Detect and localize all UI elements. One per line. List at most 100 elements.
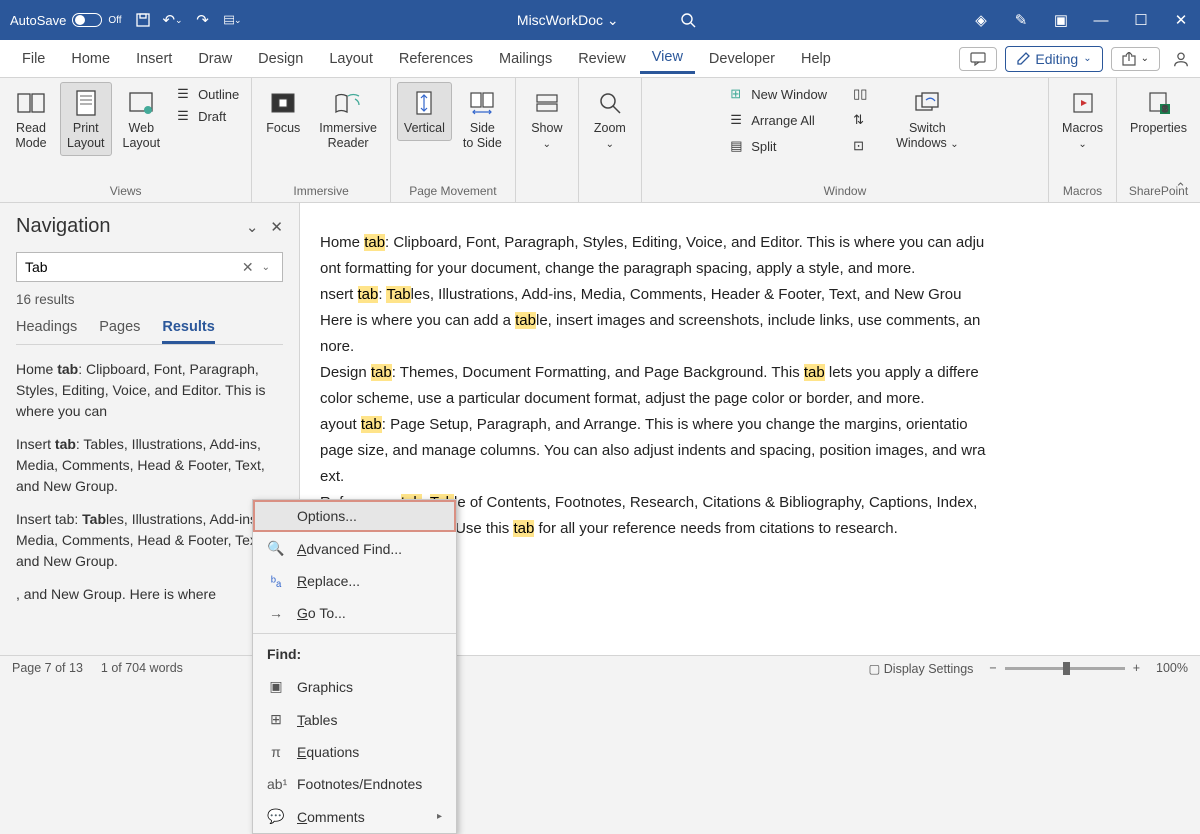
- draft-button[interactable]: ☰Draft: [173, 106, 243, 126]
- menu-view[interactable]: View: [640, 43, 695, 74]
- ribbon-group-zoom: Zoom⌄: [579, 78, 642, 202]
- ctx-graphics[interactable]: ▣Graphics: [253, 670, 456, 703]
- zoom-out-icon[interactable]: −: [989, 661, 996, 675]
- diamond-icon[interactable]: ◈: [972, 11, 990, 29]
- outline-button[interactable]: ☰Outline: [173, 84, 243, 104]
- comment-icon: 💬: [267, 808, 285, 825]
- menu-developer[interactable]: Developer: [697, 45, 787, 73]
- menu-home[interactable]: Home: [59, 45, 122, 73]
- zoom-slider[interactable]: [1005, 667, 1125, 670]
- result-item[interactable]: Home tab: Clipboard, Font, Paragraph, St…: [16, 359, 283, 422]
- toggle-off-icon[interactable]: [72, 13, 102, 27]
- ctx-comments[interactable]: 💬Comments▸: [253, 800, 456, 833]
- autosave-toggle[interactable]: AutoSave Off: [10, 13, 122, 28]
- search-input[interactable]: [25, 259, 238, 275]
- ribbon-group-show: Show⌄: [516, 78, 579, 202]
- arrange-all-button[interactable]: ☰Arrange All: [726, 110, 831, 130]
- new-window-button[interactable]: ⊞New Window: [726, 84, 831, 104]
- search-dropdown-icon[interactable]: ⌄: [258, 262, 274, 273]
- maximize-icon[interactable]: ☐: [1132, 11, 1150, 29]
- reset-window-button[interactable]: ⊡: [849, 136, 873, 156]
- side-to-side-button[interactable]: Side to Side: [456, 82, 509, 156]
- macros-button[interactable]: Macros⌄: [1055, 82, 1110, 156]
- close-icon[interactable]: ✕: [1172, 11, 1190, 29]
- result-item[interactable]: Insert tab: Tables, Illustrations, Add-i…: [16, 509, 283, 572]
- tab-results[interactable]: Results: [162, 319, 214, 344]
- document-line: ayout tab: Page Setup, Paragraph, and Ar…: [320, 413, 1200, 437]
- reader-icon: [332, 87, 364, 119]
- save-icon[interactable]: [134, 11, 152, 29]
- web-layout-button[interactable]: Web Layout: [116, 82, 168, 156]
- menu-design[interactable]: Design: [246, 45, 315, 73]
- status-words[interactable]: 1 of 704 words: [101, 661, 183, 675]
- menu-help[interactable]: Help: [789, 45, 843, 73]
- share-button[interactable]: ⌄: [1111, 47, 1160, 71]
- ctx-advanced-find[interactable]: 🔍Advanced Find...: [253, 532, 456, 565]
- result-count: 16 results: [16, 292, 283, 307]
- ctx-tables[interactable]: ⊞Tables: [253, 703, 456, 736]
- chevron-down-icon[interactable]: ⌄: [246, 218, 259, 236]
- collapse-ribbon-icon[interactable]: ⌃: [1175, 180, 1186, 196]
- print-layout-button[interactable]: Print Layout: [60, 82, 112, 156]
- zoom-level[interactable]: 100%: [1156, 661, 1188, 675]
- vertical-button[interactable]: Vertical: [397, 82, 452, 141]
- comments-button[interactable]: [959, 47, 997, 71]
- document-name[interactable]: MiscWorkDoc ⌄: [517, 12, 619, 29]
- focus-button[interactable]: Focus: [258, 82, 308, 141]
- tab-pages[interactable]: Pages: [99, 319, 140, 344]
- result-item[interactable]: , and New Group. Here is where: [16, 584, 283, 605]
- ribbon-group-sharepoint: SProperties SharePoint ⌃: [1117, 78, 1200, 202]
- read-mode-button[interactable]: Read Mode: [6, 82, 56, 156]
- document-line: Home tab: Clipboard, Font, Paragraph, St…: [320, 231, 1200, 255]
- menu-layout[interactable]: Layout: [317, 45, 385, 73]
- zoom-in-icon[interactable]: +: [1133, 661, 1140, 675]
- editing-button[interactable]: Editing ⌄: [1005, 46, 1102, 72]
- menu-references[interactable]: References: [387, 45, 485, 73]
- window-mode-icon[interactable]: ▣: [1052, 11, 1070, 29]
- menu-draw[interactable]: Draw: [186, 45, 244, 73]
- tab-headings[interactable]: Headings: [16, 319, 77, 344]
- ctx-replace[interactable]: ᵇₐReplace...: [253, 565, 456, 597]
- menu-insert[interactable]: Insert: [124, 45, 184, 73]
- search-box[interactable]: ✕ ⌄: [16, 252, 283, 282]
- ribbon-group-pagemove: Vertical Side to Side Page Movement: [391, 78, 516, 202]
- zoom-button[interactable]: Zoom⌄: [585, 82, 635, 156]
- magnifier-icon: [594, 87, 626, 119]
- result-item[interactable]: Insert tab: Tables, Illustrations, Add-i…: [16, 434, 283, 497]
- svg-text:S: S: [1161, 104, 1167, 114]
- menu-mailings[interactable]: Mailings: [487, 45, 564, 73]
- menu-review[interactable]: Review: [566, 45, 638, 73]
- close-pane-icon[interactable]: ✕: [270, 218, 283, 236]
- vertical-icon: [408, 87, 440, 119]
- quick-access-icon[interactable]: ⌄: [224, 11, 242, 29]
- ctx-goto[interactable]: →Go To...: [253, 597, 456, 629]
- view-side-button[interactable]: ▯▯: [849, 84, 873, 104]
- brush-icon[interactable]: ✎: [1012, 11, 1030, 29]
- immersive-reader-button[interactable]: Immersive Reader: [312, 82, 384, 156]
- show-button[interactable]: Show⌄: [522, 82, 572, 156]
- properties-button[interactable]: SProperties: [1123, 82, 1194, 141]
- page-icon: [70, 87, 102, 119]
- ribbon-group-window: ⊞New Window ☰Arrange All ▤Split ▯▯ ⇅ ⊡ S…: [642, 78, 1049, 202]
- switch-windows-button[interactable]: Switch Windows ⌄: [889, 82, 966, 156]
- display-settings[interactable]: ▢ Display Settings: [868, 661, 973, 676]
- workspace: Navigation ⌄ ✕ ✕ ⌄ 16 results Headings P…: [0, 203, 1200, 655]
- undo-icon[interactable]: ↶ ⌄: [164, 11, 182, 29]
- ctx-equations[interactable]: πEquations: [253, 736, 456, 768]
- document-line: nore.: [320, 335, 1200, 359]
- account-icon[interactable]: [1172, 50, 1190, 68]
- search-icon[interactable]: [679, 11, 697, 29]
- clear-search-icon[interactable]: ✕: [238, 259, 258, 276]
- document-line: color scheme, use a particular document …: [320, 387, 1200, 411]
- zoom-control[interactable]: − + 100%: [989, 661, 1188, 675]
- sync-scroll-button[interactable]: ⇅: [849, 110, 873, 130]
- ctx-options[interactable]: Options...: [253, 500, 456, 532]
- ctx-footnotes[interactable]: ab¹Footnotes/Endnotes: [253, 768, 456, 800]
- split-button[interactable]: ▤Split: [726, 136, 831, 156]
- status-page[interactable]: Page 7 of 13: [12, 661, 83, 675]
- redo-icon[interactable]: ↷: [194, 11, 212, 29]
- status-bar: Page 7 of 13 1 of 704 words ▢ Display Se…: [0, 655, 1200, 680]
- titlebar-left: AutoSave Off ↶ ⌄ ↷ ⌄: [10, 11, 242, 29]
- menu-file[interactable]: File: [10, 45, 57, 73]
- minimize-icon[interactable]: —: [1092, 11, 1110, 29]
